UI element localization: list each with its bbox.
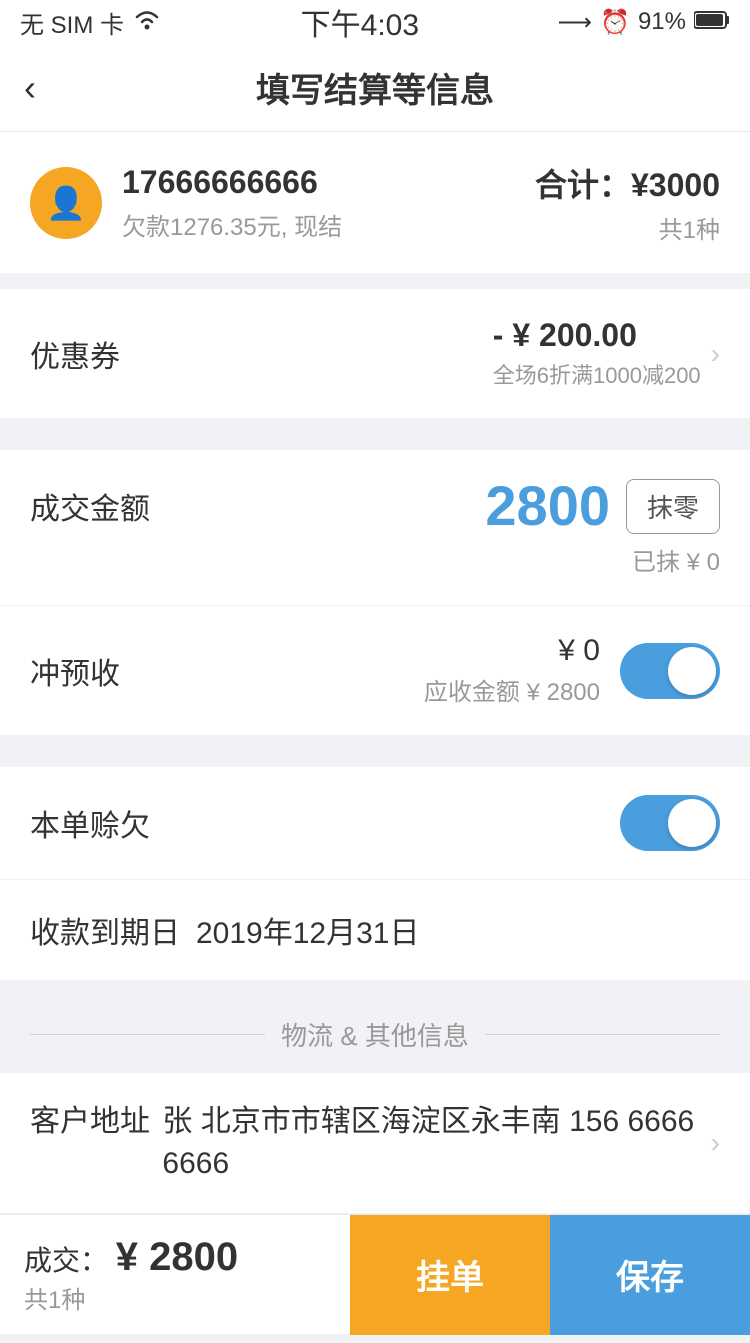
- save-button[interactable]: 保存: [550, 1215, 750, 1335]
- status-left: 无 SIM 卡: [20, 5, 162, 40]
- avatar-icon: 👤: [46, 184, 86, 222]
- address-chevron-icon: ›: [711, 1127, 720, 1159]
- amount-section: 成交金额 2800 抹零 已抹 ¥ 0: [0, 450, 750, 605]
- precharge-amount: ¥ 0 应收金额 ¥ 2800: [424, 634, 600, 707]
- bottom-bar: 成交： ¥ 2800 共1种 挂单 保存: [0, 1214, 750, 1334]
- summary-label: 成交：: [24, 1245, 108, 1276]
- total-count: 共1种: [535, 210, 720, 245]
- battery-percent: 91%: [638, 8, 686, 36]
- bottom-summary: 成交： ¥ 2800 共1种: [0, 1235, 350, 1315]
- customer-right: 合计：¥3000 共1种: [535, 160, 720, 245]
- address-label: 客户地址: [30, 1101, 138, 1143]
- coupon-value: - ¥ 200.00: [493, 317, 701, 354]
- avatar: 👤: [30, 167, 102, 239]
- sim-status: 无 SIM 卡: [20, 5, 124, 40]
- debt-section: 本单赊欠: [0, 767, 750, 879]
- location-icon: ⟶: [558, 8, 592, 37]
- precharge-right: ¥ 0 应收金额 ¥ 2800: [424, 634, 720, 707]
- logistics-divider: 物流 & 其他信息: [0, 996, 750, 1073]
- duedate-label: 收款到期日: [30, 908, 180, 952]
- precharge-row: 冲预收 ¥ 0 应收金额 ¥ 2800: [30, 634, 720, 707]
- precharge-section: 冲预收 ¥ 0 应收金额 ¥ 2800: [0, 605, 750, 735]
- bottom-label: 成交： ¥ 2800: [24, 1235, 326, 1280]
- status-right: ⟶ ⏰ 91%: [558, 8, 730, 37]
- precharge-value: ¥ 0: [424, 634, 600, 668]
- page-title: 填写结算等信息: [256, 63, 494, 112]
- separator-2: [0, 735, 750, 751]
- amount-sub: 已抹 ¥ 0: [30, 542, 720, 577]
- duedate-value: 2019年12月31日: [196, 908, 419, 952]
- customer-phone: 17666666666: [122, 164, 342, 201]
- nav-bar: ‹ 填写结算等信息: [0, 44, 750, 132]
- total-amount: 合计：¥3000: [535, 160, 720, 206]
- address-left: 客户地址 张 北京市市辖区海淀区永丰南 156 6666 6666: [30, 1101, 711, 1185]
- duedate-section: 收款到期日 2019年12月31日: [0, 879, 750, 980]
- back-button[interactable]: ‹: [24, 67, 36, 109]
- coupon-section[interactable]: 优惠券 - ¥ 200.00 全场6折满1000减200 ›: [0, 289, 750, 418]
- address-section[interactable]: 客户地址 张 北京市市辖区海淀区永丰南 156 6666 6666 ›: [0, 1073, 750, 1213]
- precharge-toggle[interactable]: [620, 643, 720, 699]
- customer-section: 👤 17666666666 欠款1276.35元, 现结 合计：¥3000 共1…: [0, 132, 750, 273]
- summary-amount: ¥ 2800: [116, 1235, 238, 1279]
- precharge-label: 冲预收: [30, 649, 120, 693]
- separator-1: [0, 434, 750, 450]
- customer-info: 17666666666 欠款1276.35元, 现结: [122, 164, 342, 242]
- amount-row: 成交金额 2800 抹零: [30, 478, 720, 534]
- coupon-chevron-icon: ›: [711, 338, 720, 370]
- coupon-desc: 全场6折满1000减200: [493, 358, 701, 390]
- wifi-icon: [132, 8, 162, 37]
- debt-label: 本单赊欠: [30, 801, 150, 845]
- customer-left: 👤 17666666666 欠款1276.35元, 现结: [30, 164, 342, 242]
- coupon-label: 优惠券: [30, 332, 120, 376]
- hold-button[interactable]: 挂单: [350, 1215, 550, 1335]
- address-value: 张 北京市市辖区海淀区永丰南 156 6666 6666: [162, 1101, 710, 1185]
- round-zero-button[interactable]: 抹零: [626, 479, 720, 534]
- customer-debt: 欠款1276.35元, 现结: [122, 207, 342, 242]
- battery-icon: [694, 8, 730, 36]
- status-bar: 无 SIM 卡 下午4:03 ⟶ ⏰ 91%: [0, 0, 750, 44]
- amount-label: 成交金额: [30, 484, 150, 528]
- summary-count: 共1种: [24, 1280, 326, 1315]
- main-content: 👤 17666666666 欠款1276.35元, 现结 合计：¥3000 共1…: [0, 132, 750, 1343]
- toggle-circle: [668, 647, 716, 695]
- debt-toggle-circle: [668, 799, 716, 847]
- amount-value: 2800: [485, 478, 610, 534]
- amount-right: 2800 抹零: [485, 478, 720, 534]
- status-time: 下午4:03: [301, 0, 419, 44]
- logistics-text: 物流 & 其他信息: [281, 1016, 469, 1053]
- alarm-icon: ⏰: [600, 8, 630, 37]
- precharge-sub: 应收金额 ¥ 2800: [424, 672, 600, 707]
- debt-toggle[interactable]: [620, 795, 720, 851]
